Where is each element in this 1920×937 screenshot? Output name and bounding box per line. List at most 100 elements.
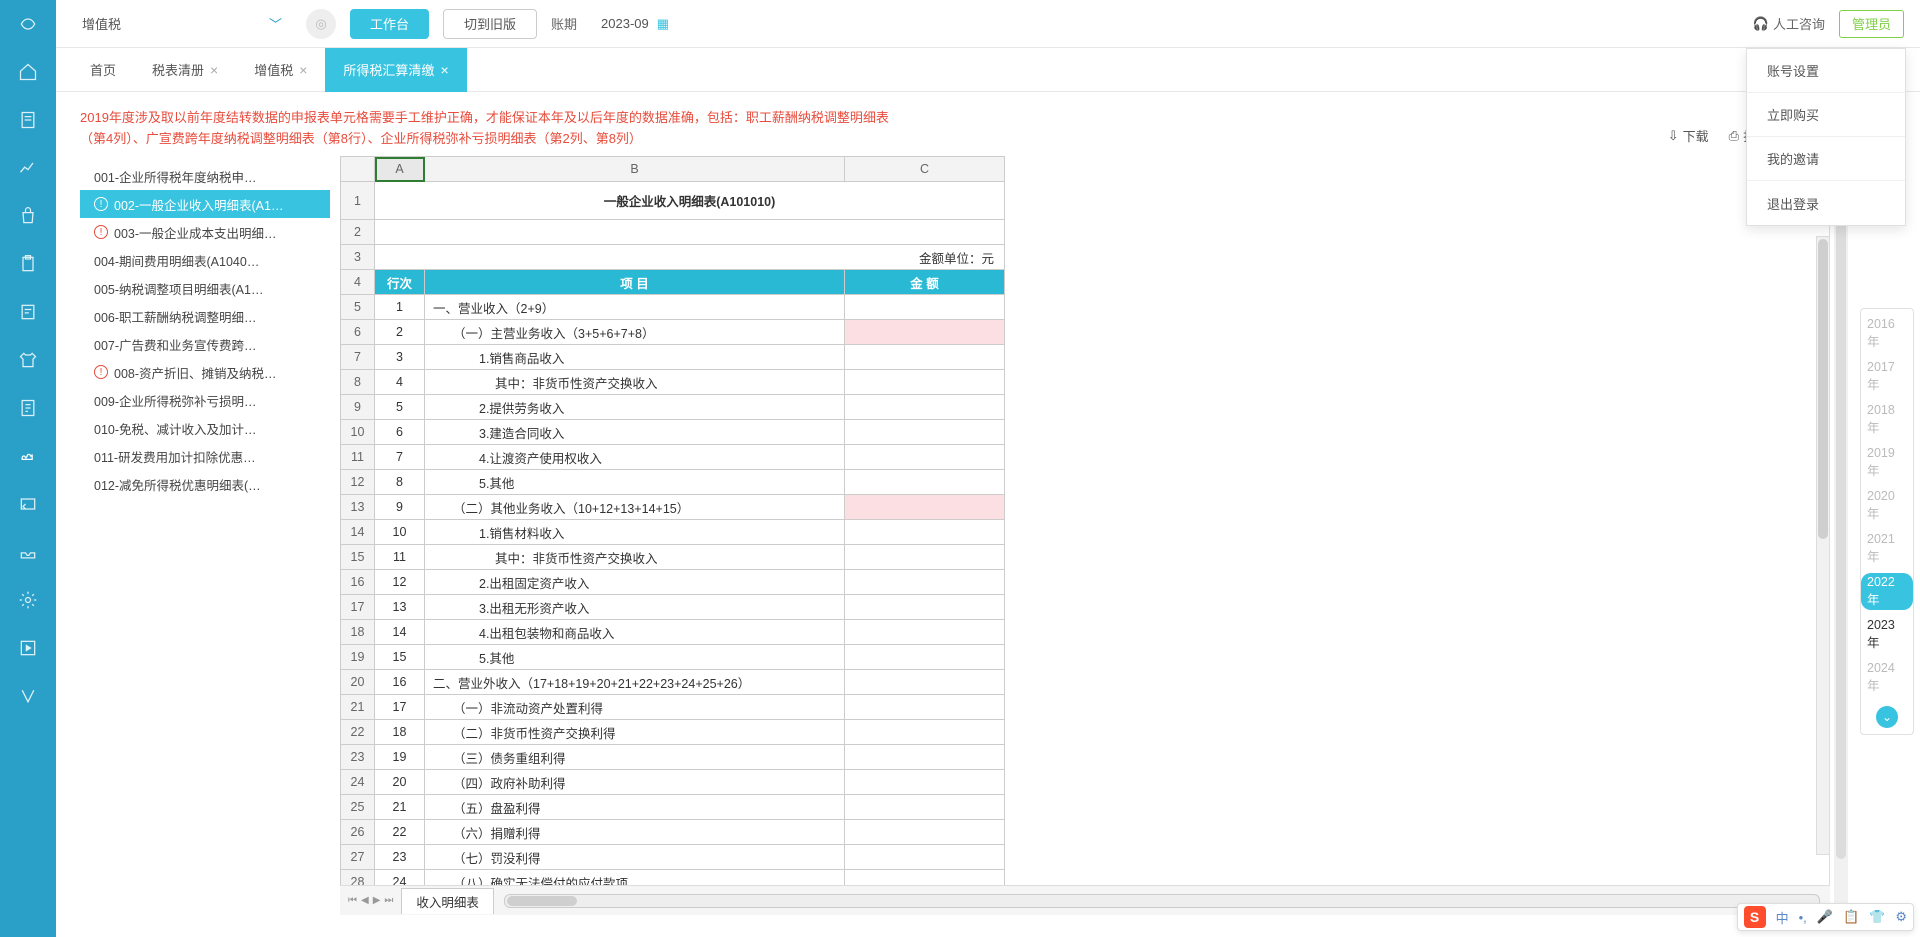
amount-cell[interactable] (845, 545, 1005, 570)
row-header[interactable]: 9 (341, 395, 375, 420)
doc-item-8[interactable]: 009-企业所得税弥补亏损明… (80, 386, 330, 414)
row-num-cell[interactable]: 3 (375, 345, 425, 370)
row-num-cell[interactable]: 24 (375, 870, 425, 886)
doc-item-6[interactable]: 007-广告费和业务宣传费跨… (80, 330, 330, 358)
rail-bag-icon[interactable] (16, 204, 40, 228)
close-icon[interactable]: × (440, 62, 448, 78)
row-header[interactable]: 24 (341, 770, 375, 795)
amount-cell[interactable] (845, 595, 1005, 620)
doc-item-5[interactable]: 006-职工薪酬纳税调整明细… (80, 302, 330, 330)
nav-prev-icon[interactable]: ◀ (361, 895, 369, 906)
row-header[interactable]: 15 (341, 545, 375, 570)
doc-item-3[interactable]: 004-期间费用明细表(A1040… (80, 246, 330, 274)
row-header[interactable]: 1 (341, 182, 375, 220)
amount-cell[interactable] (845, 720, 1005, 745)
row-num-cell[interactable]: 5 (375, 395, 425, 420)
row-num-cell[interactable]: 20 (375, 770, 425, 795)
amount-cell[interactable] (845, 320, 1005, 345)
year-option[interactable]: 2024年 (1861, 659, 1913, 696)
period-picker[interactable]: 2023-09 ▦ (591, 9, 679, 39)
row-header[interactable]: 13 (341, 495, 375, 520)
row-num-cell[interactable]: 1 (375, 295, 425, 320)
amount-cell[interactable] (845, 745, 1005, 770)
ime-item[interactable]: 中 (1776, 908, 1789, 927)
year-option[interactable]: 2020年 (1861, 487, 1913, 524)
row-header[interactable]: 25 (341, 795, 375, 820)
year-option[interactable]: 2023年 (1861, 616, 1913, 653)
project-cell[interactable]: 其中：非货币性资产交换收入 (425, 370, 845, 395)
row-header[interactable]: 2 (341, 220, 375, 245)
row-num-cell[interactable]: 18 (375, 720, 425, 745)
amount-cell[interactable] (845, 770, 1005, 795)
workbench-button[interactable]: 工作台 (350, 9, 429, 39)
doc-item-0[interactable]: 001-企业所得税年度纳税申… (80, 162, 330, 190)
project-cell[interactable]: 3.出租无形资产收入 (425, 595, 845, 620)
row-num-cell[interactable]: 12 (375, 570, 425, 595)
module-select[interactable]: 增值税 ﹀ (72, 9, 292, 39)
close-icon[interactable]: × (299, 62, 307, 78)
project-cell[interactable]: 5.其他 (425, 645, 845, 670)
amount-cell[interactable] (845, 670, 1005, 695)
rail-inbox-icon[interactable] (16, 540, 40, 564)
rail-home-icon[interactable] (16, 60, 40, 84)
amount-cell[interactable] (845, 370, 1005, 395)
row-header[interactable]: 21 (341, 695, 375, 720)
rail-clipboard-icon[interactable] (16, 252, 40, 276)
row-num-cell[interactable]: 14 (375, 620, 425, 645)
amount-cell[interactable] (845, 345, 1005, 370)
dropdown-item-2[interactable]: 我的邀请 (1747, 137, 1905, 181)
switch-old-button[interactable]: 切到旧版 (443, 9, 537, 39)
project-cell[interactable]: （一）主营业务收入（3+5+6+7+8） (425, 320, 845, 345)
doc-item-9[interactable]: 010-免税、减计收入及加计… (80, 414, 330, 442)
row-num-cell[interactable]: 10 (375, 520, 425, 545)
cell[interactable] (375, 220, 1005, 245)
row-num-cell[interactable]: 8 (375, 470, 425, 495)
row-num-cell[interactable]: 13 (375, 595, 425, 620)
doc-item-11[interactable]: 012-减免所得税优惠明细表(… (80, 470, 330, 498)
year-option[interactable]: 2021年 (1861, 530, 1913, 567)
project-cell[interactable]: 2.提供劳务收入 (425, 395, 845, 420)
amount-cell[interactable] (845, 395, 1005, 420)
amount-cell[interactable] (845, 470, 1005, 495)
row-num-cell[interactable]: 16 (375, 670, 425, 695)
ime-logo[interactable]: S (1744, 906, 1766, 928)
row-num-cell[interactable]: 19 (375, 745, 425, 770)
project-cell[interactable]: 4.让渡资产使用权收入 (425, 445, 845, 470)
project-cell[interactable]: （七）罚没利得 (425, 845, 845, 870)
project-cell[interactable]: 2.出租固定资产收入 (425, 570, 845, 595)
amount-cell[interactable] (845, 645, 1005, 670)
row-header[interactable]: 14 (341, 520, 375, 545)
project-cell[interactable]: （二）其他业务收入（10+12+13+14+15） (425, 495, 845, 520)
rail-gear-icon[interactable] (16, 588, 40, 612)
row-header[interactable]: 6 (341, 320, 375, 345)
project-cell[interactable]: （一）非流动资产处置利得 (425, 695, 845, 720)
row-num-cell[interactable]: 4 (375, 370, 425, 395)
content-vscroll[interactable] (1834, 192, 1848, 931)
row-header[interactable]: 11 (341, 445, 375, 470)
close-icon[interactable]: × (210, 62, 218, 78)
amount-cell[interactable] (845, 520, 1005, 545)
rail-shirt-icon[interactable] (16, 348, 40, 372)
amount-cell[interactable] (845, 820, 1005, 845)
rail-steam-icon[interactable] (16, 444, 40, 468)
doc-item-1[interactable]: !002-一般企业收入明细表(A1… (80, 190, 330, 218)
circle-doc-button[interactable]: ◎ (306, 9, 336, 39)
row-header[interactable]: 10 (341, 420, 375, 445)
row-header[interactable]: 17 (341, 595, 375, 620)
row-num-cell[interactable]: 17 (375, 695, 425, 720)
ime-skin-icon[interactable]: 👕 (1869, 909, 1885, 925)
project-cell[interactable]: 二、营业外收入（17+18+19+20+21+22+23+24+25+26） (425, 670, 845, 695)
rail-book-icon[interactable] (16, 300, 40, 324)
tab-1[interactable]: 税表清册× (134, 48, 236, 92)
project-cell[interactable]: 4.出租包装物和商品收入 (425, 620, 845, 645)
row-num-cell[interactable]: 6 (375, 420, 425, 445)
download-button[interactable]: ⇩下载 (1668, 126, 1709, 145)
row-header[interactable]: 27 (341, 845, 375, 870)
amount-cell[interactable] (845, 695, 1005, 720)
ime-item[interactable]: •, (1799, 910, 1807, 925)
sheet-scroll[interactable]: ABC1一般企业收入明细表(A101010)23金额单位：元4行次项 目金 额5… (340, 156, 1830, 885)
rail-play-icon[interactable] (16, 636, 40, 660)
nav-first-icon[interactable]: ⏮ (348, 895, 357, 906)
year-option[interactable]: 2016年 (1861, 315, 1913, 352)
row-header[interactable]: 20 (341, 670, 375, 695)
